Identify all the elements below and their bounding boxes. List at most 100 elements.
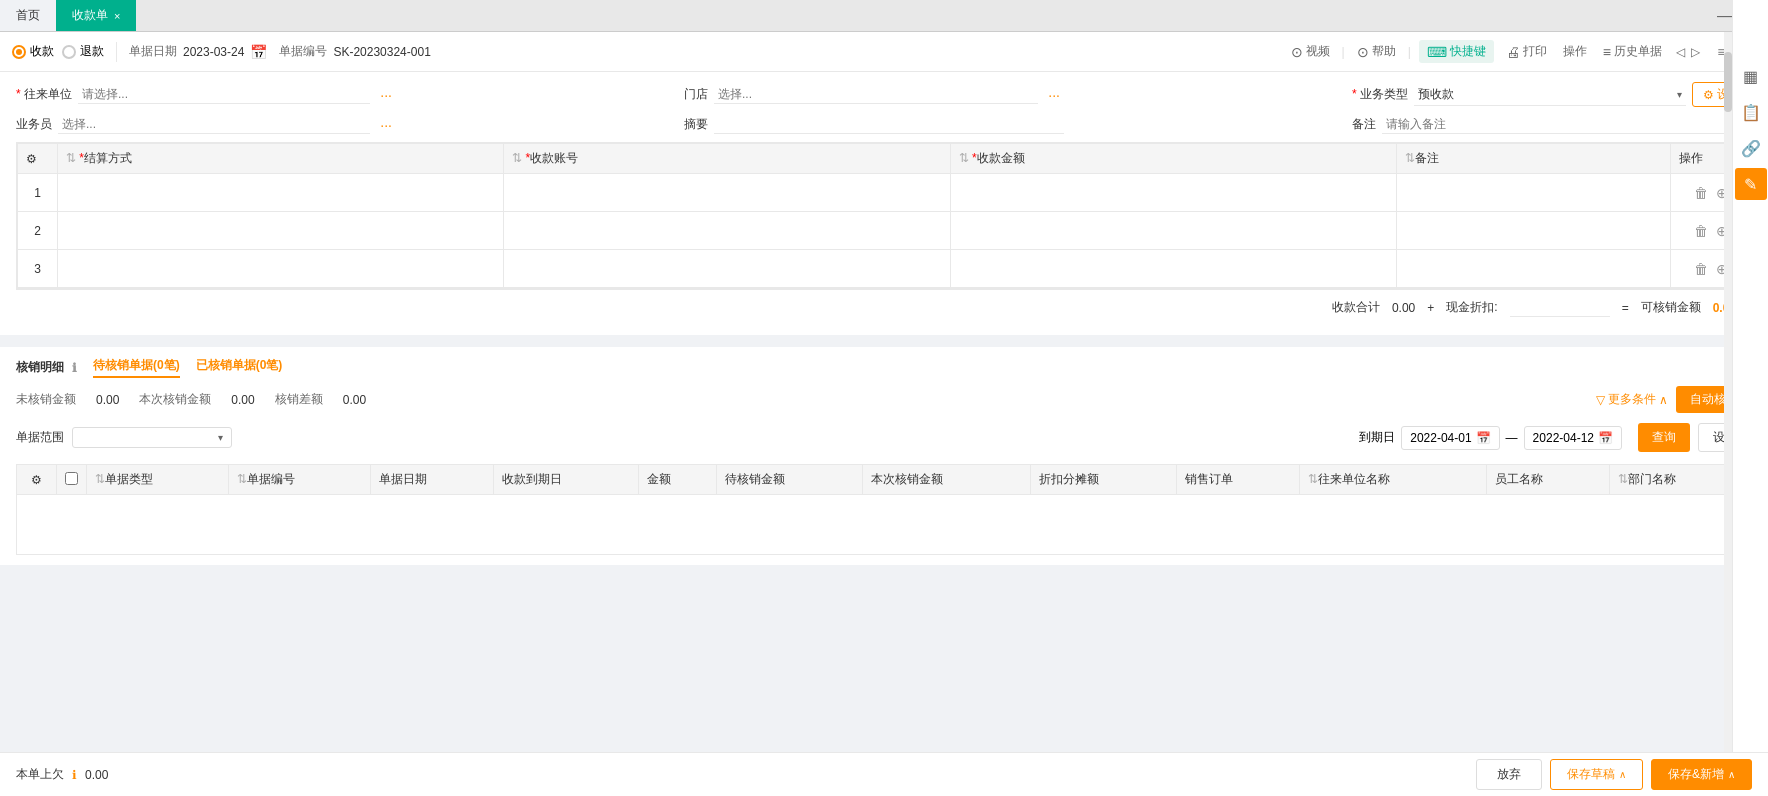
- unverif-value: 0.00: [96, 393, 119, 407]
- nav-left-icon[interactable]: ◁: [1674, 43, 1687, 61]
- minimize-icon[interactable]: —: [1717, 7, 1733, 25]
- doc-date-group: 单据日期 2023-03-24 📅: [129, 43, 267, 60]
- row-3-delete-icon[interactable]: 🗑: [1694, 261, 1708, 277]
- discount-input[interactable]: [1510, 298, 1610, 317]
- row-2-delete-icon[interactable]: 🗑: [1694, 223, 1708, 239]
- row-2-remark[interactable]: [1396, 212, 1670, 250]
- row-1-amount[interactable]: [950, 174, 1396, 212]
- filter-icon: ▽: [1596, 393, 1605, 407]
- abandon-button[interactable]: 放弃: [1476, 759, 1542, 790]
- date-to-input[interactable]: 2022-04-12 📅: [1524, 426, 1622, 450]
- scrollbar[interactable]: [1724, 32, 1732, 752]
- row-1-delete-icon[interactable]: 🗑: [1694, 185, 1708, 201]
- pending-tab[interactable]: 待核销单据(0笔): [93, 357, 180, 378]
- current-verif-value: 0.00: [231, 393, 254, 407]
- biz-type-label: 业务类型: [1352, 86, 1408, 103]
- bth-checkbox[interactable]: [57, 465, 87, 495]
- print-label: 打印: [1523, 43, 1547, 60]
- row-1-settle[interactable]: [58, 174, 504, 212]
- bottom-table: ⚙ ⇅单据类型 ⇅单据编号 单据日期 收款到期日 金额 待核销金额 本次核销金额: [16, 464, 1752, 555]
- history-btn[interactable]: ≡ 历史单据: [1599, 41, 1666, 62]
- history-label: 历史单据: [1614, 43, 1662, 60]
- biz-type-chevron-icon: ▾: [1677, 89, 1682, 100]
- scrollbar-thumb[interactable]: [1724, 52, 1732, 112]
- sort-icon: ⇅: [237, 472, 247, 486]
- summary-input[interactable]: [714, 115, 1064, 134]
- biz-type-select[interactable]: 预收款 ▾: [1414, 84, 1686, 106]
- sidebar-link-icon[interactable]: 🔗: [1735, 132, 1767, 164]
- doc-no-group: 单据编号 SK-20230324-001: [279, 43, 430, 60]
- row-num-1: 1: [18, 174, 58, 212]
- row-3-account[interactable]: [504, 250, 950, 288]
- radio-refund-dot: [62, 45, 76, 59]
- counterpart-input[interactable]: [78, 85, 370, 104]
- staff-more-icon[interactable]: ···: [376, 117, 396, 133]
- help-btn[interactable]: ⊙ 帮助: [1353, 41, 1400, 62]
- row-2-amount[interactable]: [950, 212, 1396, 250]
- nav-arrows: ◁ ▷: [1674, 43, 1702, 61]
- row-1-remark[interactable]: [1396, 174, 1670, 212]
- scope-label: 单据范围: [16, 429, 64, 446]
- done-tab[interactable]: 已核销单据(0笔): [196, 357, 283, 378]
- select-all-checkbox[interactable]: [65, 472, 78, 485]
- toolbar: 收款 退款 单据日期 2023-03-24 📅 单据编号 SK-20230324…: [0, 32, 1768, 72]
- footer-info-icon[interactable]: ℹ: [72, 768, 77, 782]
- tab-current[interactable]: 收款单 ×: [56, 0, 136, 31]
- shortcut-btn[interactable]: ⌨ 快捷键: [1419, 40, 1494, 63]
- diff-label: 核销差额: [275, 391, 323, 408]
- bth-discount: 折扣分摊额: [1031, 465, 1177, 495]
- shop-field: 门店 ···: [684, 85, 1064, 104]
- sort-icon: ⇅: [1308, 472, 1318, 486]
- nav-right-icon[interactable]: ▷: [1689, 43, 1702, 61]
- more-conditions-link[interactable]: ▽ 更多条件 ∧: [1596, 391, 1668, 408]
- shortcut-icon: ⌨: [1427, 44, 1447, 60]
- row-3-settle[interactable]: [58, 250, 504, 288]
- scope-select[interactable]: ▾: [72, 427, 232, 448]
- calendar-icon[interactable]: 📅: [250, 44, 267, 60]
- row-3-amount[interactable]: [950, 250, 1396, 288]
- operation-btn[interactable]: 操作: [1559, 41, 1591, 62]
- current-verif-label: 本次核销金额: [139, 391, 211, 408]
- radio-collection-label: 收款: [30, 43, 54, 60]
- save-draft-button[interactable]: 保存草稿 ∧: [1550, 759, 1643, 790]
- counterpart-more-icon[interactable]: ···: [376, 87, 396, 103]
- sidebar-edit-icon[interactable]: ✎: [1735, 168, 1767, 200]
- tab-close-icon[interactable]: ×: [114, 10, 120, 22]
- bth-gear[interactable]: ⚙: [17, 465, 57, 495]
- query-button[interactable]: 查询: [1638, 423, 1690, 452]
- print-btn[interactable]: 🖨 打印: [1502, 41, 1551, 62]
- shop-more-icon[interactable]: ···: [1044, 87, 1064, 103]
- sort-icon: ⇅: [66, 151, 76, 165]
- toolbar-actions: ⊙ 视频 | ⊙ 帮助 | ⌨ 快捷键 🖨 打印 操作 ≡ 历史单据 ◁ ▷ ≡: [1287, 40, 1756, 63]
- sidebar-doc-icon[interactable]: 📋: [1735, 96, 1767, 128]
- remark-label: 备注: [1352, 116, 1376, 133]
- tab-home[interactable]: 首页: [0, 0, 56, 31]
- tab-home-label: 首页: [16, 7, 40, 24]
- date-from-input[interactable]: 2022-04-01 📅: [1401, 426, 1499, 450]
- verif-title-text: 核销明细: [16, 359, 64, 376]
- doc-date-value: 2023-03-24: [183, 45, 244, 59]
- row-3-remark[interactable]: [1396, 250, 1670, 288]
- remark-input[interactable]: [1382, 115, 1752, 134]
- doc-date-label: 单据日期: [129, 43, 177, 60]
- radio-collection[interactable]: 收款: [12, 43, 54, 60]
- video-label: 视频: [1306, 43, 1330, 60]
- save-new-button[interactable]: 保存&新增 ∧: [1651, 759, 1752, 790]
- radio-collection-dot: [12, 45, 26, 59]
- th-gear[interactable]: ⚙: [18, 144, 58, 174]
- row-2-settle[interactable]: [58, 212, 504, 250]
- more-conditions-label: 更多条件: [1608, 391, 1656, 408]
- due-date-label: 到期日: [1359, 429, 1395, 446]
- verif-info-icon[interactable]: ℹ: [72, 361, 77, 375]
- row-2-account[interactable]: [504, 212, 950, 250]
- verif-tabs: 待核销单据(0笔) 已核销单据(0笔): [93, 357, 282, 378]
- row-1-account[interactable]: [504, 174, 950, 212]
- sort-icon-2: ⇅: [512, 151, 522, 165]
- summary-field: 摘要: [684, 115, 1064, 134]
- radio-refund[interactable]: 退款: [62, 43, 104, 60]
- video-btn[interactable]: ⊙ 视频: [1287, 41, 1334, 62]
- shop-input[interactable]: [714, 85, 1038, 104]
- staff-input[interactable]: [58, 115, 370, 134]
- verif-title: 核销明细 ℹ 待核销单据(0笔) 已核销单据(0笔): [16, 357, 1752, 378]
- sidebar-table-icon[interactable]: ▦: [1735, 60, 1767, 92]
